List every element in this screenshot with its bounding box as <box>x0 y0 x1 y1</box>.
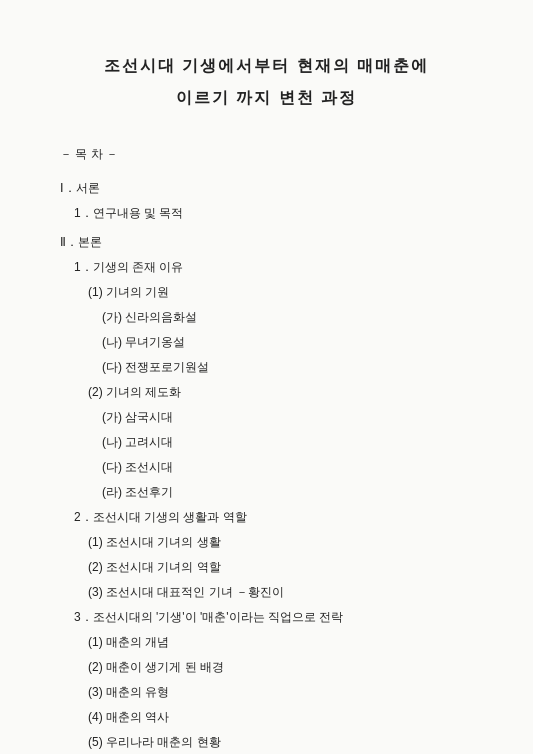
toc-item: (1) 기녀의 기원 <box>60 282 473 303</box>
toc-header: － 목 차 － <box>60 144 473 166</box>
title-line2: 이르기 까지 변천 과정 <box>60 82 473 114</box>
toc-item: (3) 조선시대 대표적인 기녀 －황진이 <box>60 582 473 603</box>
toc-item: (라) 조선후기 <box>60 482 473 503</box>
toc-item: (가) 신라의음화설 <box>60 307 473 328</box>
toc-item: (다) 조선시대 <box>60 457 473 478</box>
toc-item: (2) 기녀의 제도화 <box>60 382 473 403</box>
toc-item: (2) 매춘이 생기게 된 배경 <box>60 657 473 678</box>
toc-item: Ⅰ．서론 <box>60 178 473 199</box>
toc-item: (1) 매춘의 개념 <box>60 632 473 653</box>
toc-item: (나) 고려시대 <box>60 432 473 453</box>
toc-item: 3．조선시대의 '기생'이 '매춘'이라는 직업으로 전락 <box>60 607 473 628</box>
page-title: 조선시대 기생에서부터 현재의 매매춘에 이르기 까지 변천 과정 <box>60 50 473 114</box>
toc-item: 1．기생의 존재 이유 <box>60 257 473 278</box>
toc-item: 1．연구내용 및 목적 <box>60 203 473 224</box>
toc-item: (다) 전쟁포로기원설 <box>60 357 473 378</box>
toc-content: Ⅰ．서론 1．연구내용 및 목적 Ⅱ．본론 1．기생의 존재 이유 (1) 기녀의 기원… <box>60 178 473 754</box>
title-line1: 조선시대 기생에서부터 현재의 매매춘에 <box>60 50 473 82</box>
toc-item: (가) 삼국시대 <box>60 407 473 428</box>
toc-item: (1) 조선시대 기녀의 생활 <box>60 532 473 553</box>
toc-item: Ⅱ．본론 <box>60 232 473 253</box>
toc-item: (2) 조선시대 기녀의 역할 <box>60 557 473 578</box>
toc-item: (3) 매춘의 유형 <box>60 682 473 703</box>
toc-item: 2．조선시대 기생의 생활과 역할 <box>60 507 473 528</box>
toc-item: (5) 우리나라 매춘의 현황 <box>60 732 473 753</box>
toc-item: (나) 무녀기옹설 <box>60 332 473 353</box>
toc-item: (4) 매춘의 역사 <box>60 707 473 728</box>
